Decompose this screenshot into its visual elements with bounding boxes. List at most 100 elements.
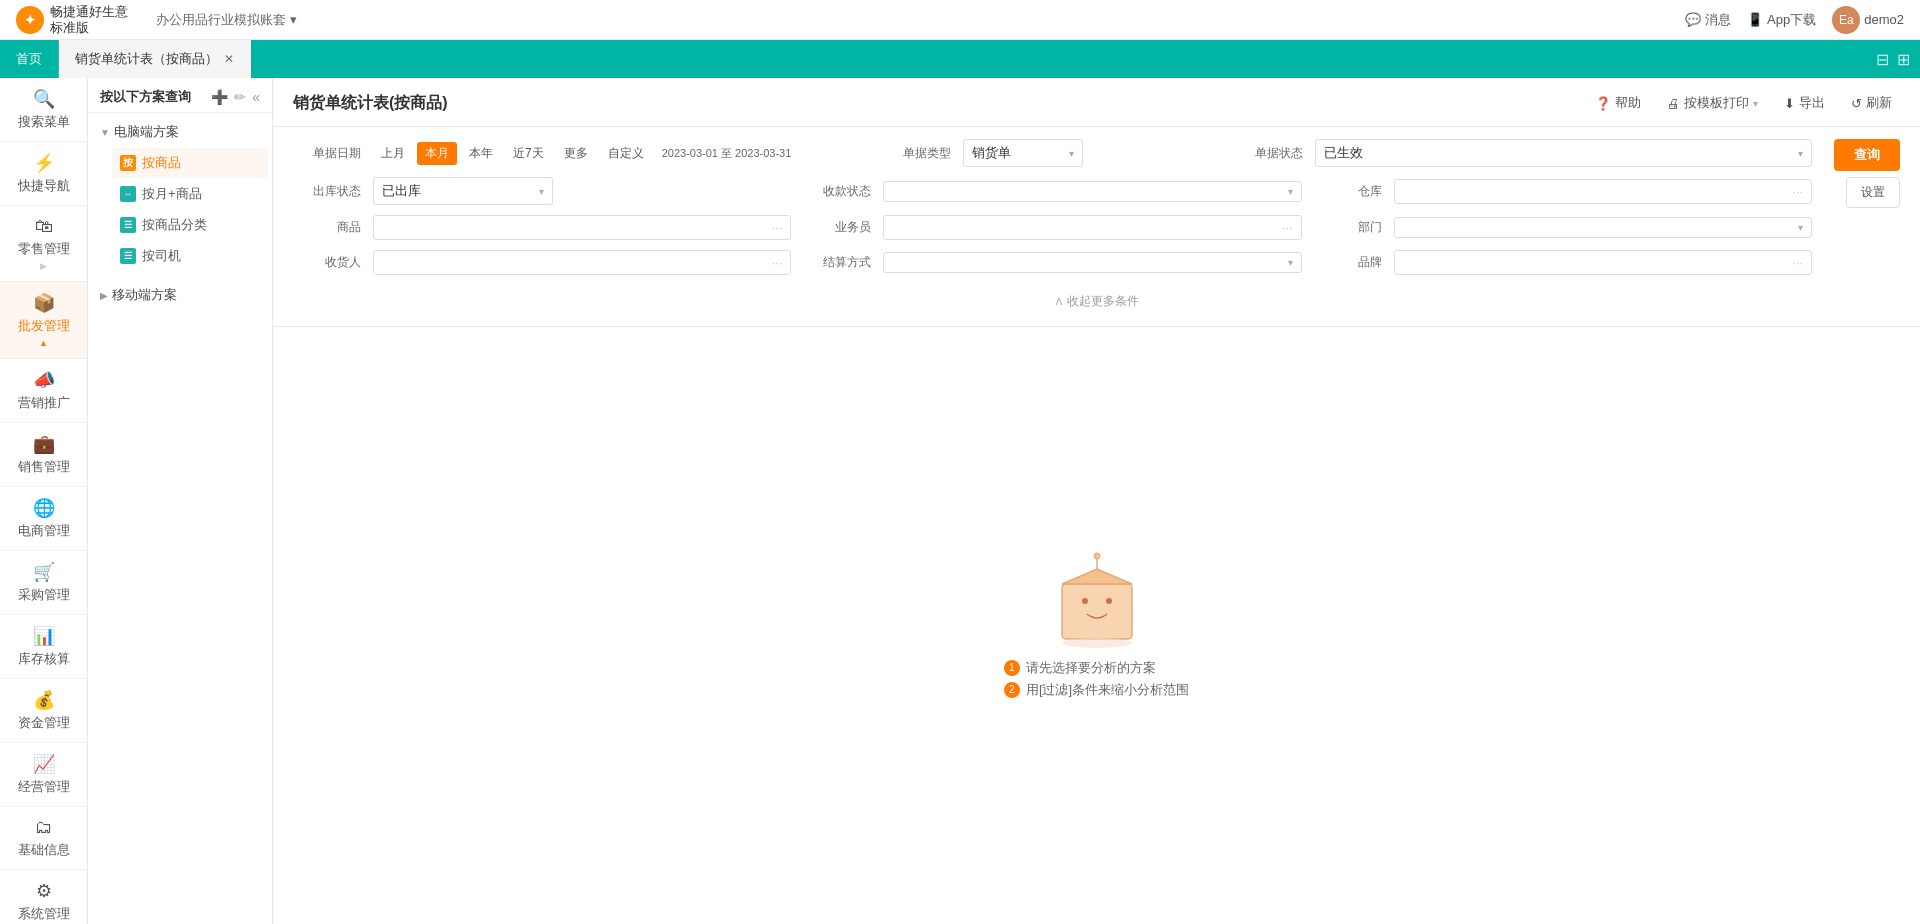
scheme-icon-by-goods-category: ☰: [120, 217, 136, 233]
consignee-dots-icon: ···: [771, 255, 782, 270]
export-button[interactable]: ⬇ 导出: [1776, 90, 1833, 116]
date-btn-7days[interactable]: 近7天: [505, 142, 552, 165]
sidebar-item-retail[interactable]: 🛍 零售管理 ▶: [0, 206, 87, 282]
settings-button[interactable]: 设置: [1846, 177, 1900, 208]
payment-chevron-icon: ▾: [1288, 257, 1293, 268]
app-download-button[interactable]: 📱 App下载: [1747, 11, 1816, 29]
empty-svg: [1037, 549, 1157, 649]
scheme-icon-by-month-goods: ↔: [120, 186, 136, 202]
purchase-icon: 🛒: [33, 561, 55, 583]
dept-select[interactable]: ▾: [1394, 217, 1812, 238]
brand-input[interactable]: ···: [1394, 250, 1812, 275]
dept-label: 部门: [1314, 219, 1382, 236]
doc-type-control: 销货单 ▾: [963, 139, 1223, 167]
help-icon: ❓: [1595, 96, 1611, 111]
print-button[interactable]: 🖨 按模板打印 ▾: [1659, 90, 1766, 116]
salesman-input[interactable]: ···: [883, 215, 1301, 240]
tab-sales-stat[interactable]: 销货单统计表（按商品） ✕: [59, 40, 251, 78]
sidebar-item-finance[interactable]: 💰 资金管理: [0, 679, 87, 743]
sidebar-item-sales[interactable]: 💼 销售管理: [0, 423, 87, 487]
page-header: 销货单统计表(按商品) ❓ 帮助 🖨 按模板打印 ▾ ⬇ 导出 ↺ 刷新: [273, 78, 1920, 127]
pay-status-select[interactable]: ▾: [883, 181, 1301, 202]
message-icon: 💬: [1685, 12, 1701, 27]
tab-expand-icon[interactable]: ⊞: [1897, 50, 1910, 69]
date-range-bar: 上月 本月 本年 近7天 更多 自定义 2023-03-01 至 2023-03…: [373, 142, 791, 165]
pay-status-control: ▾: [883, 181, 1301, 202]
doc-status-chevron-icon: ▾: [1798, 148, 1803, 159]
doc-type-select[interactable]: 销货单 ▾: [963, 139, 1083, 167]
filter-row-goods: 商品 ··· 业务员 ···: [293, 215, 1812, 240]
search-icon: 🔍: [33, 88, 55, 110]
scheme-item-by-goods[interactable]: 按 按商品: [112, 148, 268, 178]
sidebar-item-operations[interactable]: 📈 经营管理: [0, 743, 87, 807]
dept-chevron-icon: ▾: [1798, 222, 1803, 233]
date-btn-custom[interactable]: 自定义: [600, 142, 652, 165]
edit-scheme-button[interactable]: ✏: [234, 89, 246, 105]
consignee-input[interactable]: ···: [373, 250, 791, 275]
dept-control: ▾: [1394, 217, 1812, 238]
scheme-item-by-cashier[interactable]: ☰ 按司机: [112, 241, 268, 271]
marketing-icon: 📣: [33, 369, 55, 391]
logo-area: ✦ 畅捷通好生意 标准版: [16, 4, 128, 35]
salesman-dots-icon: ···: [1282, 220, 1293, 235]
user-profile-button[interactable]: Ea demo2: [1832, 6, 1904, 34]
basic-icon: 🗂: [35, 817, 53, 838]
date-btn-this-month[interactable]: 本月: [417, 142, 457, 165]
brand-dots-icon: ···: [1792, 255, 1803, 270]
svg-point-6: [1062, 638, 1132, 648]
date-btn-last-month[interactable]: 上月: [373, 142, 413, 165]
print-icon: 🖨: [1667, 96, 1680, 111]
payment-select[interactable]: ▾: [883, 252, 1301, 273]
warehouse-dots-icon: ···: [1792, 184, 1803, 199]
sidebar-item-inventory[interactable]: 📊 库存核算: [0, 615, 87, 679]
out-status-label: 出库状态: [293, 183, 361, 200]
date-btn-this-year[interactable]: 本年: [461, 142, 501, 165]
sidebar-item-marketing[interactable]: 📣 营销推广: [0, 359, 87, 423]
brand-label: 品牌: [1314, 254, 1382, 271]
sidebar-item-system[interactable]: ⚙ 系统管理: [0, 870, 87, 924]
message-button[interactable]: 💬 消息: [1685, 11, 1731, 29]
doc-status-select[interactable]: 已生效 ▾: [1315, 139, 1813, 167]
query-button[interactable]: 查询: [1834, 139, 1900, 171]
warehouse-label: 仓库: [1314, 183, 1382, 200]
tab-home[interactable]: 首页: [0, 40, 59, 78]
add-scheme-button[interactable]: ➕: [211, 89, 228, 105]
sidebar: 🔍 搜索菜单 ⚡ 快捷导航 🛍 零售管理 ▶ 📦 批发管理 ▲ 📣 营销推广 💼…: [0, 78, 88, 924]
collapse-bar[interactable]: ∧ 收起更多条件: [293, 285, 1900, 314]
page-actions: ❓ 帮助 🖨 按模板打印 ▾ ⬇ 导出 ↺ 刷新: [1587, 90, 1900, 126]
scheme-group-mobile-header[interactable]: ▶ 移动端方案: [88, 280, 272, 310]
help-button[interactable]: ❓ 帮助: [1587, 90, 1649, 116]
inventory-icon: 📊: [33, 625, 55, 647]
goods-label: 商品: [293, 219, 361, 236]
date-btn-more[interactable]: 更多: [556, 142, 596, 165]
scheme-item-by-goods-category[interactable]: ☰ 按商品分类: [112, 210, 268, 240]
scheme-group-mobile: ▶ 移动端方案: [88, 276, 272, 314]
sidebar-search[interactable]: 🔍 搜索菜单: [0, 78, 87, 142]
pay-status-label: 收款状态: [803, 183, 871, 200]
collapse-panel-button[interactable]: «: [252, 89, 260, 105]
refresh-button[interactable]: ↺ 刷新: [1843, 90, 1900, 116]
sidebar-item-ecommerce[interactable]: 🌐 电商管理: [0, 487, 87, 551]
date-control: 上月 本月 本年 近7天 更多 自定义 2023-03-01 至 2023-03…: [373, 142, 871, 165]
scheme-item-by-month-goods[interactable]: ↔ 按月+商品: [112, 179, 268, 209]
filter-row-consignee: 收货人 ··· 结算方式 ▾: [293, 250, 1812, 275]
empty-step-1: 1 请先选择要分析的方案: [1004, 659, 1189, 677]
sidebar-item-purchase[interactable]: 🛒 采购管理: [0, 551, 87, 615]
empty-illustration: [1037, 549, 1157, 649]
date-label: 单据日期: [293, 145, 361, 162]
download-icon: 📱: [1747, 12, 1763, 27]
scheme-items-desktop: 按 按商品 ↔ 按月+商品 ☰ 按商品分类 ☰ 按司机: [88, 148, 272, 271]
goods-input[interactable]: ···: [373, 215, 791, 240]
svg-point-5: [1094, 553, 1100, 559]
scheme-icon-by-goods: 按: [120, 155, 136, 171]
industry-selector[interactable]: 办公用品行业模拟账套 ▾: [156, 11, 297, 29]
logo-text: 畅捷通好生意 标准版: [50, 4, 128, 35]
scheme-group-desktop-header[interactable]: ▼ 电脑端方案: [88, 117, 272, 147]
sidebar-item-basic[interactable]: 🗂 基础信息: [0, 807, 87, 870]
sidebar-quick-nav[interactable]: ⚡ 快捷导航: [0, 142, 87, 206]
sidebar-item-wholesale[interactable]: 📦 批发管理 ▲: [0, 282, 87, 359]
warehouse-input[interactable]: ···: [1394, 179, 1812, 204]
tab-close-icon[interactable]: ✕: [224, 52, 234, 66]
tab-minimize-icon[interactable]: ⊟: [1876, 50, 1889, 69]
out-status-select[interactable]: 已出库 ▾: [373, 177, 553, 205]
